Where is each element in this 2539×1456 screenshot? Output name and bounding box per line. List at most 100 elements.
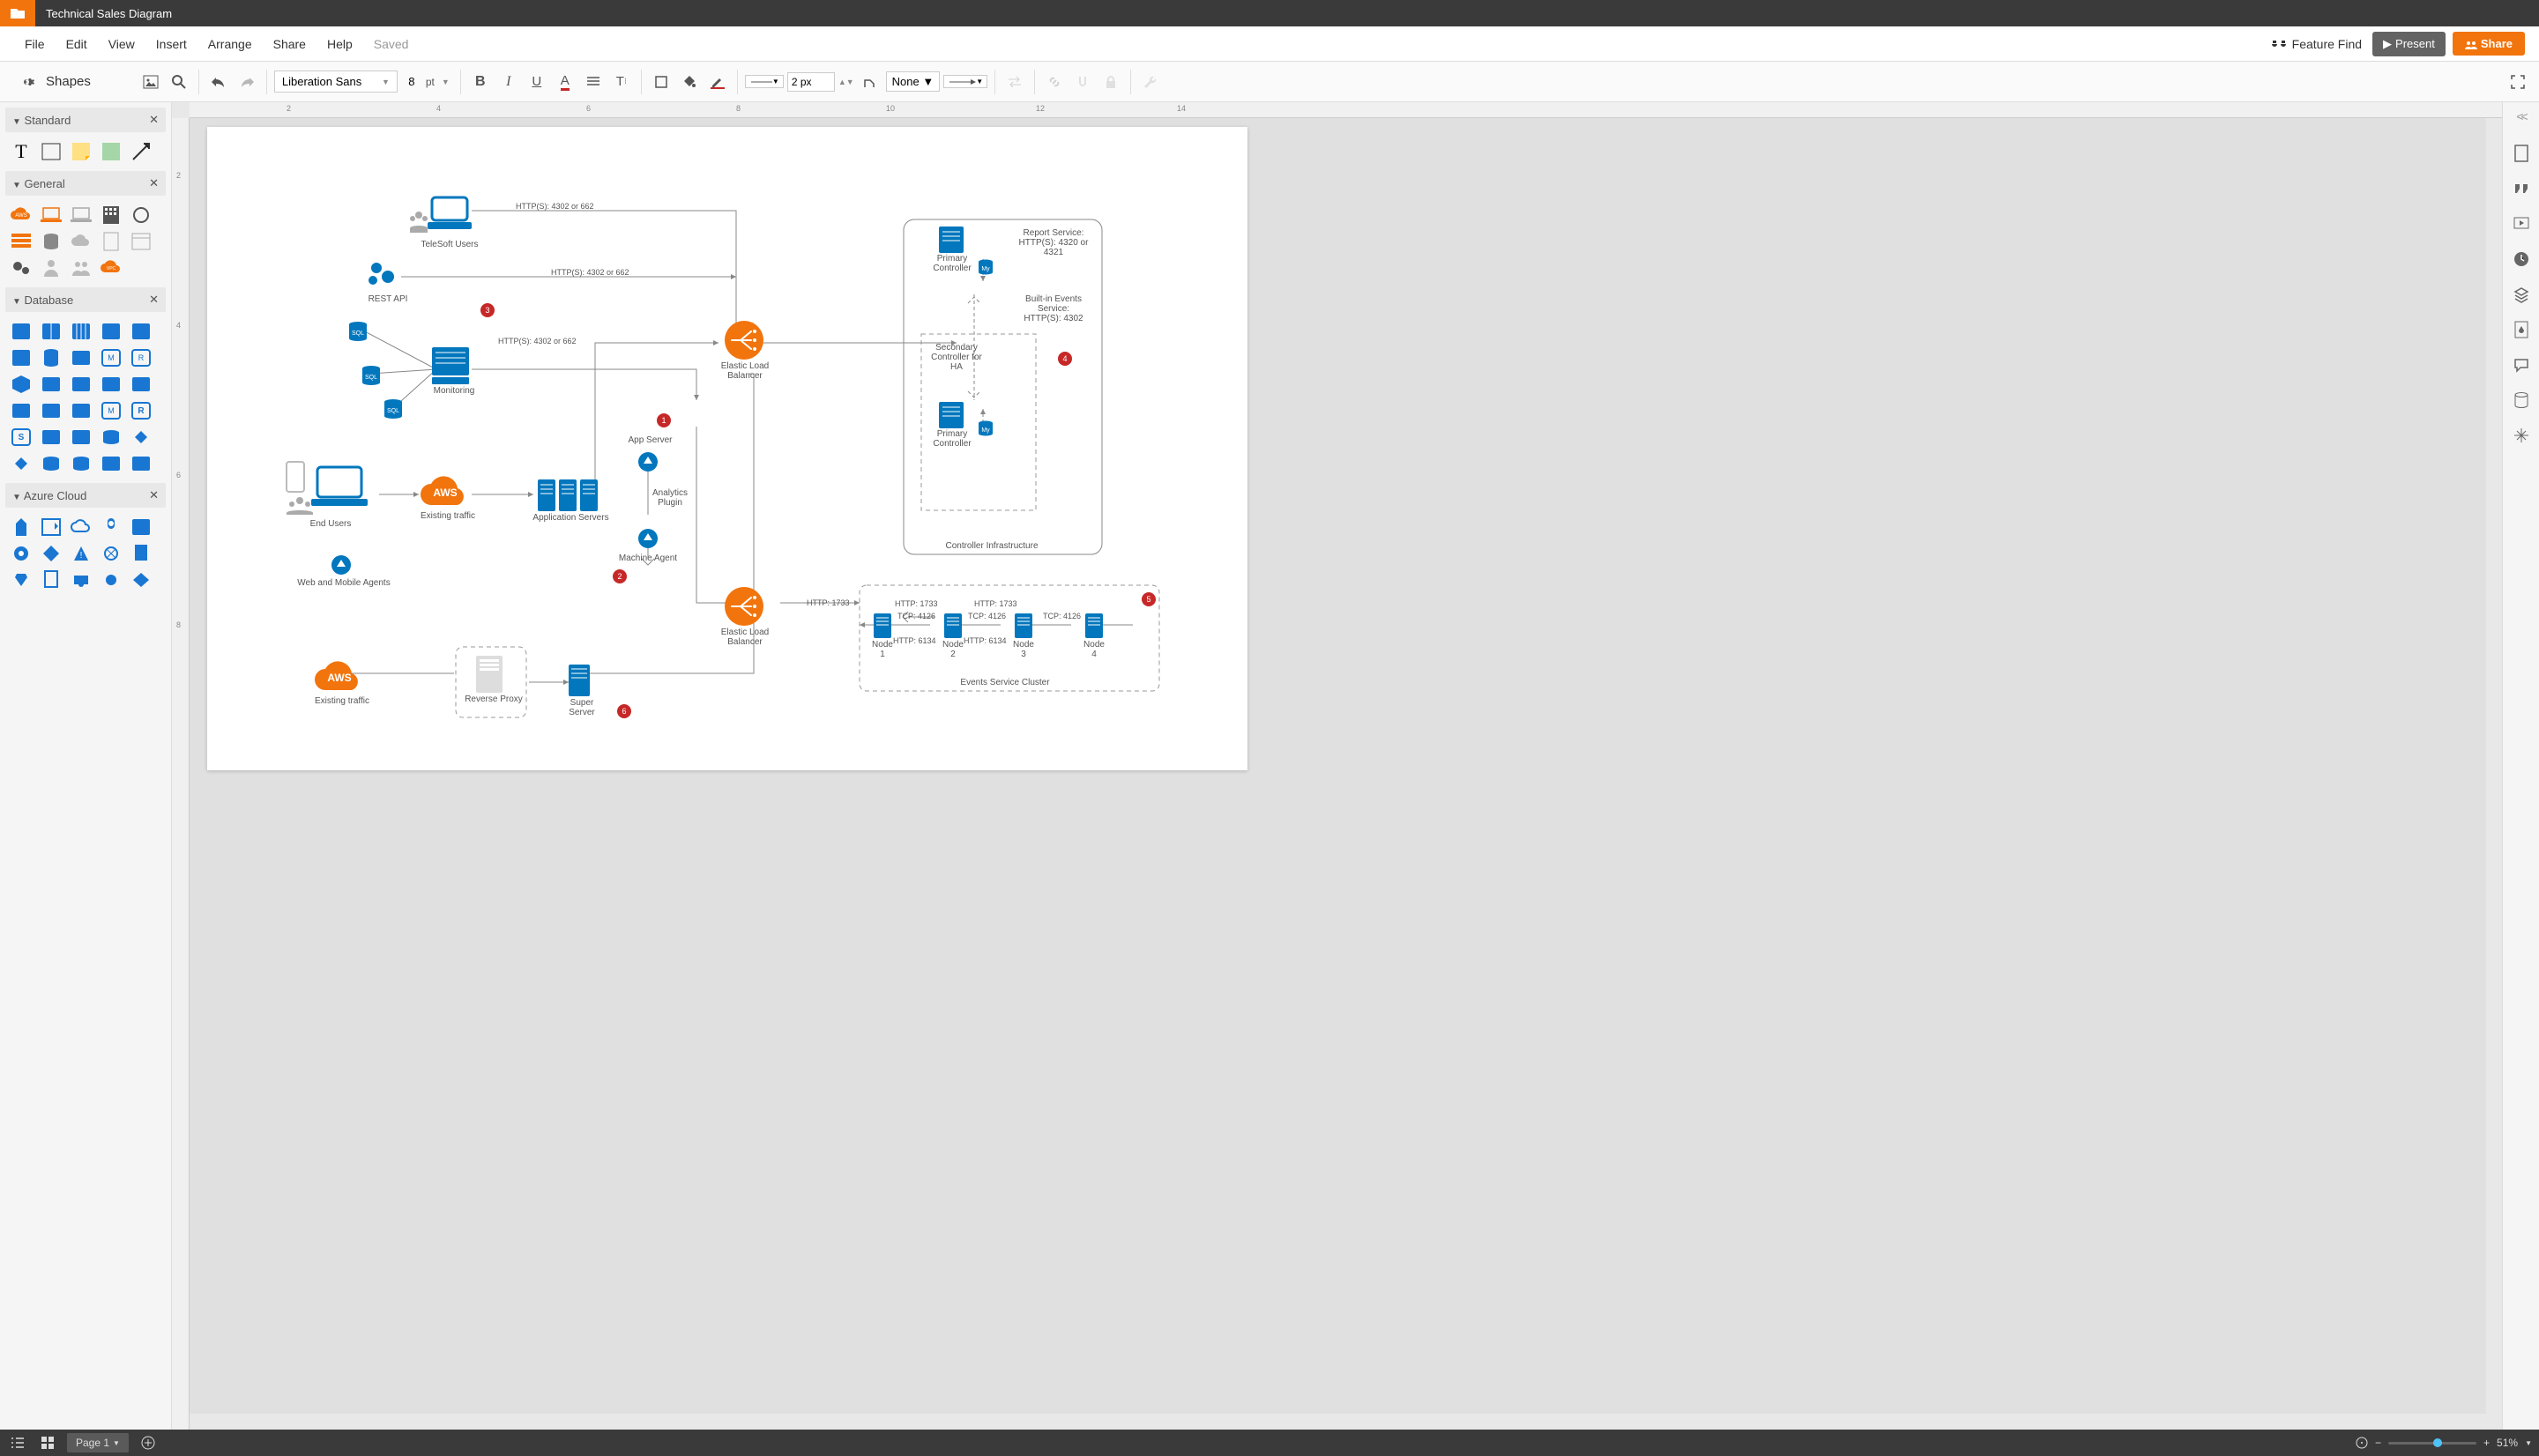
size-dropdown-icon[interactable]: ▼ xyxy=(438,78,453,86)
present-button[interactable]: ▶ Present xyxy=(2372,32,2446,56)
line-style-select[interactable]: ▼ xyxy=(745,75,784,88)
rail-droplet-icon[interactable] xyxy=(2511,319,2532,340)
share-button[interactable]: Share xyxy=(2453,32,2525,56)
text-scale-icon[interactable]: T⁝ xyxy=(609,70,634,94)
canvas[interactable]: 2 4 6 8 10 12 14 2 4 6 8 xyxy=(172,102,2502,1430)
shape-az10[interactable] xyxy=(129,543,153,564)
bold-icon[interactable]: B xyxy=(468,70,493,94)
node-mysql-icon1[interactable]: My xyxy=(978,259,994,279)
menu-share[interactable]: Share xyxy=(263,37,316,51)
zoom-slider[interactable] xyxy=(2388,1442,2476,1445)
shape-db28[interactable] xyxy=(69,453,93,474)
shape-db6[interactable] xyxy=(9,347,34,368)
shape-az4[interactable] xyxy=(99,516,123,538)
text-color-icon[interactable]: A xyxy=(553,70,577,94)
shape-az12[interactable] xyxy=(39,569,63,591)
shape-az6[interactable] xyxy=(9,543,34,564)
node-sql3[interactable]: SQL xyxy=(383,398,403,424)
menu-help[interactable]: Help xyxy=(316,37,363,51)
shape-user[interactable] xyxy=(39,257,63,279)
fill-color-icon[interactable] xyxy=(677,70,702,94)
border-color-icon[interactable] xyxy=(705,70,730,94)
menu-view[interactable]: View xyxy=(98,37,145,51)
shape-db25[interactable] xyxy=(129,427,153,448)
shape-note-yellow[interactable] xyxy=(69,141,93,162)
page[interactable]: TeleSoft Users REST API SQL SQL SQL Moni… xyxy=(207,127,1247,770)
shape-db9[interactable]: M xyxy=(99,347,123,368)
font-size-input[interactable]: 8 xyxy=(401,75,422,88)
node-sql2[interactable]: SQL xyxy=(361,365,381,390)
font-select[interactable]: Liberation Sans▼ xyxy=(274,71,398,93)
shape-az1[interactable] xyxy=(9,516,34,538)
shape-db13[interactable] xyxy=(69,374,93,395)
shape-stack[interactable] xyxy=(9,231,34,252)
shape-az3[interactable] xyxy=(69,516,93,538)
shape-arrow[interactable] xyxy=(129,141,153,162)
menu-file[interactable]: File xyxy=(14,37,56,51)
shape-db21[interactable]: S xyxy=(9,427,34,448)
shape-db22[interactable] xyxy=(39,427,63,448)
undo-icon[interactable] xyxy=(206,70,231,94)
shape-az7[interactable] xyxy=(39,543,63,564)
shape-db24[interactable] xyxy=(99,427,123,448)
shape-db4[interactable] xyxy=(99,321,123,342)
italic-icon[interactable]: I xyxy=(496,70,521,94)
node-superserver[interactable] xyxy=(569,665,590,701)
rail-layers-icon[interactable] xyxy=(2511,284,2532,305)
arrow-start-select[interactable]: None ▼ xyxy=(886,71,941,92)
shape-db23[interactable] xyxy=(69,427,93,448)
shape-gears[interactable] xyxy=(9,257,34,279)
shape-db19[interactable]: M xyxy=(99,400,123,421)
shape-db29[interactable] xyxy=(99,453,123,474)
shape-db3[interactable] xyxy=(69,321,93,342)
shape-db20[interactable]: R xyxy=(129,400,153,421)
shape-rect[interactable] xyxy=(39,141,63,162)
shape-doc[interactable] xyxy=(99,231,123,252)
shape-db8[interactable] xyxy=(69,347,93,368)
node-reverseproxy[interactable] xyxy=(476,656,503,697)
node-aws2[interactable]: AWS xyxy=(313,660,366,700)
shape-db12[interactable] xyxy=(39,374,63,395)
menu-edit[interactable]: Edit xyxy=(56,37,98,51)
node-elb1[interactable] xyxy=(723,319,765,366)
node-mysql-icon2[interactable]: My xyxy=(978,420,994,441)
node-n4[interactable] xyxy=(1085,613,1103,643)
outline-view-icon[interactable] xyxy=(7,1432,28,1453)
zoom-value[interactable]: 51% xyxy=(2497,1437,2518,1449)
panel-database[interactable]: ▼ Database✕ xyxy=(5,287,166,312)
shape-az9[interactable] xyxy=(99,543,123,564)
magnet-icon[interactable] xyxy=(1070,70,1095,94)
close-icon[interactable]: ✕ xyxy=(149,113,159,127)
rail-clock-icon[interactable] xyxy=(2511,249,2532,270)
swap-icon[interactable] xyxy=(1002,70,1027,94)
close-icon[interactable]: ✕ xyxy=(149,176,159,190)
panel-azure[interactable]: ▼ Azure Cloud✕ xyxy=(5,483,166,508)
shape-cylinder[interactable] xyxy=(39,231,63,252)
add-page-icon[interactable] xyxy=(138,1432,159,1453)
panel-standard[interactable]: ▼ Standard✕ xyxy=(5,108,166,132)
app-icon[interactable] xyxy=(0,0,35,26)
image-icon[interactable] xyxy=(138,70,163,94)
node-sql1[interactable]: SQL xyxy=(348,321,368,346)
node-n1[interactable] xyxy=(874,613,891,643)
underline-icon[interactable]: U xyxy=(525,70,549,94)
node-elb2[interactable] xyxy=(723,585,765,632)
node-endusers[interactable] xyxy=(287,462,375,519)
shape-db10[interactable]: R xyxy=(129,347,153,368)
node-primaryctrl[interactable] xyxy=(939,227,964,257)
badge-6[interactable]: 6 xyxy=(617,704,631,718)
rail-quote-icon[interactable] xyxy=(2511,178,2532,199)
shape-cloud-gray[interactable] xyxy=(69,231,93,252)
collapse-rail-icon[interactable]: << xyxy=(2516,109,2525,123)
shape-vpc-cloud[interactable]: VPC xyxy=(99,257,123,279)
node-primaryctrl2[interactable] xyxy=(939,402,964,433)
fill-shape-icon[interactable] xyxy=(649,70,674,94)
shape-db1[interactable] xyxy=(9,321,34,342)
shape-az8[interactable]: ! xyxy=(69,543,93,564)
redo-icon[interactable] xyxy=(235,70,259,94)
shape-calendar[interactable] xyxy=(129,231,153,252)
line-width-input[interactable] xyxy=(787,72,835,92)
shape-users[interactable] xyxy=(69,257,93,279)
shape-db27[interactable] xyxy=(39,453,63,474)
shape-db7[interactable] xyxy=(39,347,63,368)
